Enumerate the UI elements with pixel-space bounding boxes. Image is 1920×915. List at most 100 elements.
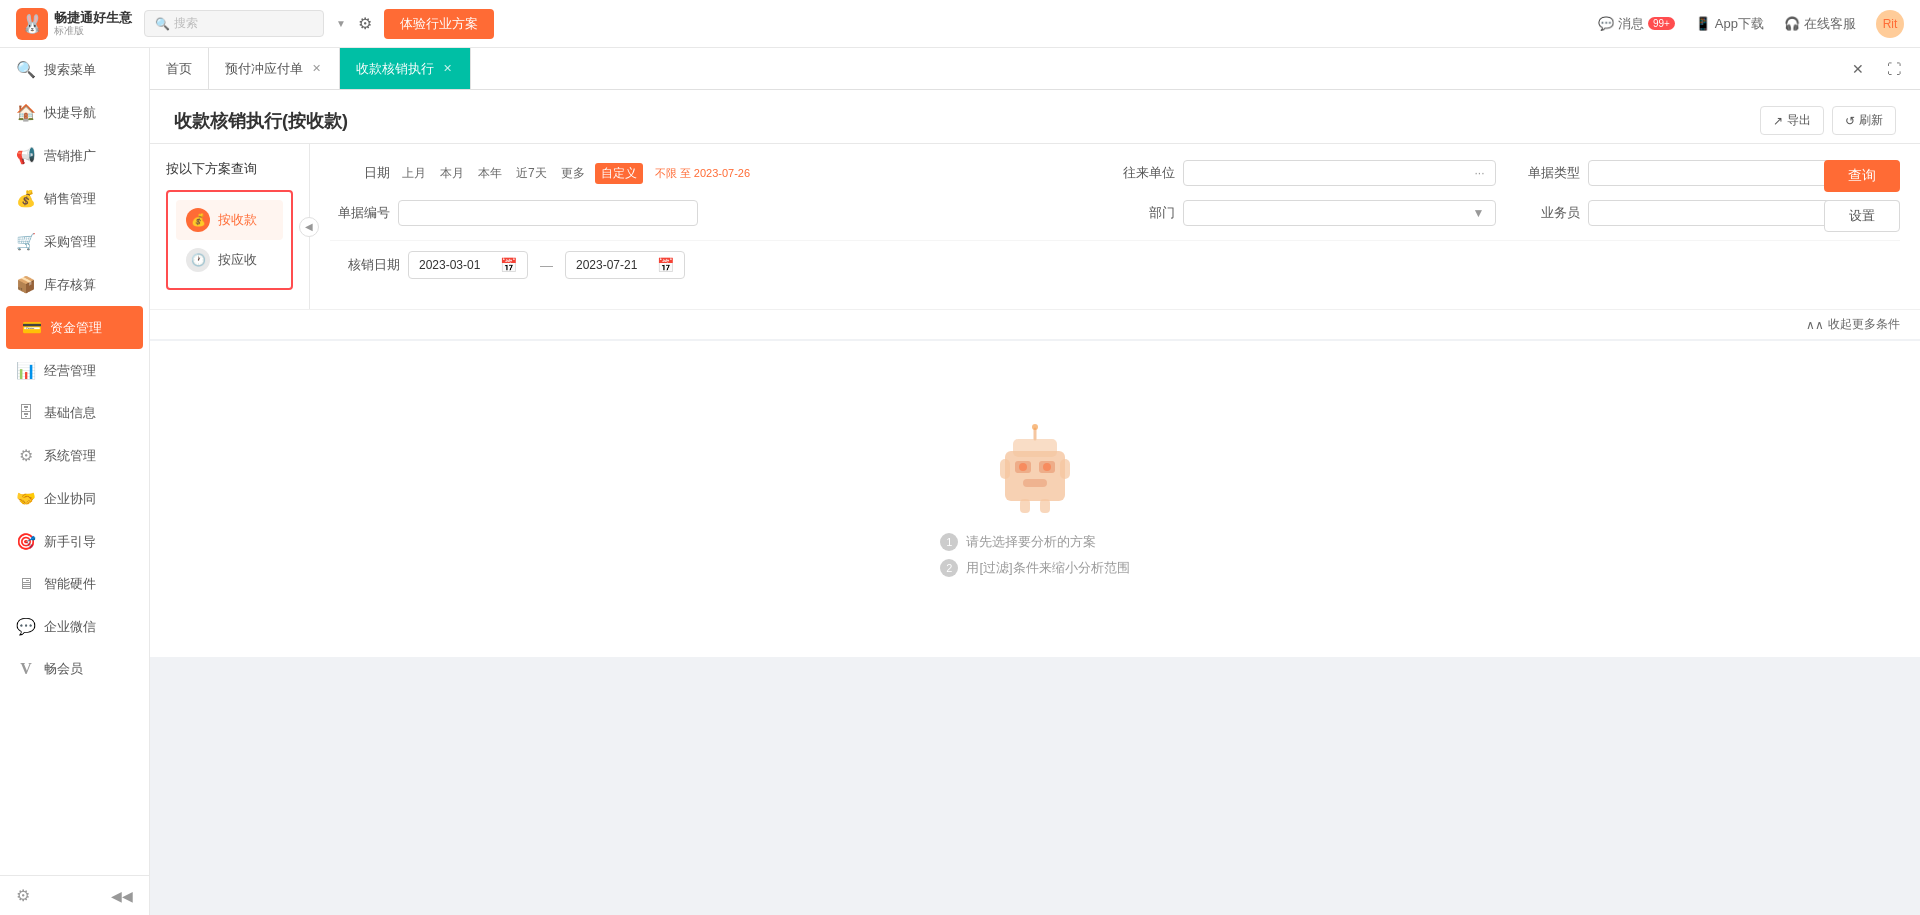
dept-select[interactable]: ▼ (1183, 200, 1496, 226)
sidebar-item-guide[interactable]: 🎯 新手引导 (0, 520, 149, 563)
query-button[interactable]: 查询 (1824, 160, 1900, 192)
sidebar-item-marketing[interactable]: 📢 营销推广 (0, 134, 149, 177)
app-download-action[interactable]: 📱 App下载 (1695, 15, 1764, 33)
svg-rect-3 (1023, 479, 1047, 487)
settings-button[interactable]: 设置 (1824, 200, 1900, 232)
sidebar: 🔍 搜索菜单 🏠 快捷导航 📢 营销推广 💰 销售管理 🛒 采购管理 📦 库存核… (0, 48, 150, 915)
collapse-more-button[interactable]: ∧∧ 收起更多条件 (1806, 316, 1900, 333)
sidebar-item-sales[interactable]: 💰 销售管理 (0, 177, 149, 220)
tab-close-window-icon[interactable]: ✕ (1844, 55, 1872, 83)
svg-rect-5 (1060, 459, 1070, 479)
ops-icon: 📊 (16, 361, 36, 380)
tab-receivable-cancel[interactable]: 收款核销执行 ✕ (340, 48, 471, 89)
search-bar[interactable]: 🔍 搜索 (144, 10, 324, 37)
receivable-option-icon: 🕐 (186, 248, 210, 272)
hint-num-1: 1 (940, 533, 958, 551)
sidebar-item-member[interactable]: V 畅会员 (0, 648, 149, 690)
tab-home[interactable]: 首页 (150, 48, 209, 89)
tab-receivable-cancel-close-icon[interactable]: ✕ (440, 62, 454, 76)
sidebar-label-member: 畅会员 (44, 660, 83, 678)
sidebar-label-inventory: 库存核算 (44, 276, 96, 294)
sidebar-label-finance: 资金管理 (50, 319, 102, 337)
partner-select[interactable]: ··· (1183, 160, 1496, 186)
filter-row-1: 日期 上月 本月 本年 近7天 更多 自定义 不限 至 2023-07-26 (330, 160, 1900, 186)
search-chevron-icon[interactable]: ▼ (336, 18, 346, 29)
svg-rect-4 (1000, 459, 1010, 479)
sidebar-item-finance[interactable]: 💳 资金管理 (6, 306, 143, 349)
wechat-icon: 💬 (16, 617, 36, 636)
search-menu-icon: 🔍 (16, 60, 36, 79)
shortcut-7days[interactable]: 近7天 (512, 163, 551, 184)
export-button[interactable]: ↗ 导出 (1760, 106, 1824, 135)
sidebar-item-enterprise[interactable]: 🤝 企业协同 (0, 477, 149, 520)
shortcut-more[interactable]: 更多 (557, 163, 589, 184)
filter-options-box: 💰 按收款 🕐 按应收 (166, 190, 293, 290)
top-bar-right: 💬 消息 99+ 📱 App下载 🎧 在线客服 Rit (1598, 10, 1904, 38)
svg-rect-0 (1005, 451, 1065, 501)
sidebar-item-system[interactable]: ⚙ 系统管理 (0, 434, 149, 477)
verif-date-start-value: 2023-03-01 (419, 258, 480, 272)
doc-num-input[interactable] (398, 200, 698, 226)
tab-prepay[interactable]: 预付冲应付单 ✕ (209, 48, 340, 89)
partner-label: 往来单位 (1115, 164, 1175, 182)
sidebar-item-search-menu[interactable]: 🔍 搜索菜单 (0, 48, 149, 91)
settings-gear-icon[interactable]: ⚙ (358, 14, 372, 33)
refresh-button[interactable]: ↺ 刷新 (1832, 106, 1896, 135)
doc-num-label: 单据编号 (330, 204, 390, 222)
shortcut-last-month[interactable]: 上月 (398, 163, 430, 184)
partner-ellipsis: ··· (1474, 166, 1484, 180)
filter-sidebar: 按以下方案查询 💰 按收款 🕐 按应收 ◀ (150, 144, 310, 309)
svg-rect-6 (1020, 499, 1030, 513)
enterprise-icon: 🤝 (16, 489, 36, 508)
shortcut-this-month[interactable]: 本月 (436, 163, 468, 184)
filter-area: 按以下方案查询 💰 按收款 🕐 按应收 ◀ (150, 144, 1920, 309)
trial-button[interactable]: 体验行业方案 (384, 9, 494, 39)
page-header-actions: ↗ 导出 ↺ 刷新 (1760, 106, 1896, 135)
sidebar-item-inventory[interactable]: 📦 库存核算 (0, 263, 149, 306)
sidebar-item-base-info[interactable]: 🗄 基础信息 (0, 392, 149, 434)
filter-main: 日期 上月 本月 本年 近7天 更多 自定义 不限 至 2023-07-26 (310, 144, 1920, 309)
user-avatar[interactable]: Rit (1876, 10, 1904, 38)
receipt-option-icon: 💰 (186, 208, 210, 232)
member-icon: V (16, 660, 36, 678)
dept-chevron-icon: ▼ (1473, 206, 1485, 220)
empty-illustration (985, 421, 1085, 521)
date-extra-text: 不限 至 2023-07-26 (655, 166, 750, 181)
doc-type-label: 单据类型 (1520, 164, 1580, 182)
collapse-more-area: ∧∧ 收起更多条件 (150, 309, 1920, 339)
messages-action[interactable]: 💬 消息 99+ (1598, 15, 1675, 33)
empty-hint-1: 1 请先选择要分析的方案 (940, 533, 1129, 551)
page-header: 收款核销执行(按收款) ↗ 导出 ↺ 刷新 (150, 90, 1920, 144)
sidebar-item-hardware[interactable]: 🖥 智能硬件 (0, 563, 149, 605)
tab-prepay-close-icon[interactable]: ✕ (309, 62, 323, 76)
filter-option-by-receipt[interactable]: 💰 按收款 (176, 200, 283, 240)
sidebar-item-purchase[interactable]: 🛒 采购管理 (0, 220, 149, 263)
sidebar-item-wechat[interactable]: 💬 企业微信 (0, 605, 149, 648)
online-support-action[interactable]: 🎧 在线客服 (1784, 15, 1856, 33)
sidebar-bottom-gear-icon[interactable]: ⚙ (16, 886, 30, 905)
shortcut-this-year[interactable]: 本年 (474, 163, 506, 184)
tab-maximize-icon[interactable]: ⛶ (1880, 55, 1908, 83)
svg-rect-10 (1013, 439, 1057, 457)
shortcut-custom[interactable]: 自定义 (595, 163, 643, 184)
empty-hints: 1 请先选择要分析的方案 2 用[过滤]条件来缩小分析范围 (940, 533, 1129, 577)
logo-main: 畅捷通好生意 (54, 10, 132, 26)
sidebar-item-quick-nav[interactable]: 🏠 快捷导航 (0, 91, 149, 134)
sidebar-collapse-icon[interactable]: ◀◀ (111, 888, 133, 904)
verif-date-end-value: 2023-07-21 (576, 258, 637, 272)
tab-prepay-label: 预付冲应付单 (225, 60, 303, 78)
query-buttons: 查询 设置 (1824, 160, 1900, 232)
sidebar-label-ops: 经营管理 (44, 362, 96, 380)
sidebar-label-sales: 销售管理 (44, 190, 96, 208)
message-badge: 99+ (1648, 17, 1675, 30)
verif-date-start-calendar-icon: 📅 (500, 257, 517, 273)
verif-date-start-input[interactable]: 2023-03-01 📅 (408, 251, 528, 279)
top-bar: 🐰 畅捷通好生意 标准版 🔍 搜索 ▼ ⚙ 体验行业方案 💬 消息 99+ 📱 … (0, 0, 1920, 48)
verif-date-end-input[interactable]: 2023-07-21 📅 (565, 251, 685, 279)
marketing-icon: 📢 (16, 146, 36, 165)
sidebar-item-ops[interactable]: 📊 经营管理 (0, 349, 149, 392)
filter-option-by-receivable[interactable]: 🕐 按应收 (176, 240, 283, 280)
sidebar-label-wechat: 企业微信 (44, 618, 96, 636)
filter-option-receivable-label: 按应收 (218, 251, 257, 269)
tab-receivable-cancel-label: 收款核销执行 (356, 60, 434, 78)
